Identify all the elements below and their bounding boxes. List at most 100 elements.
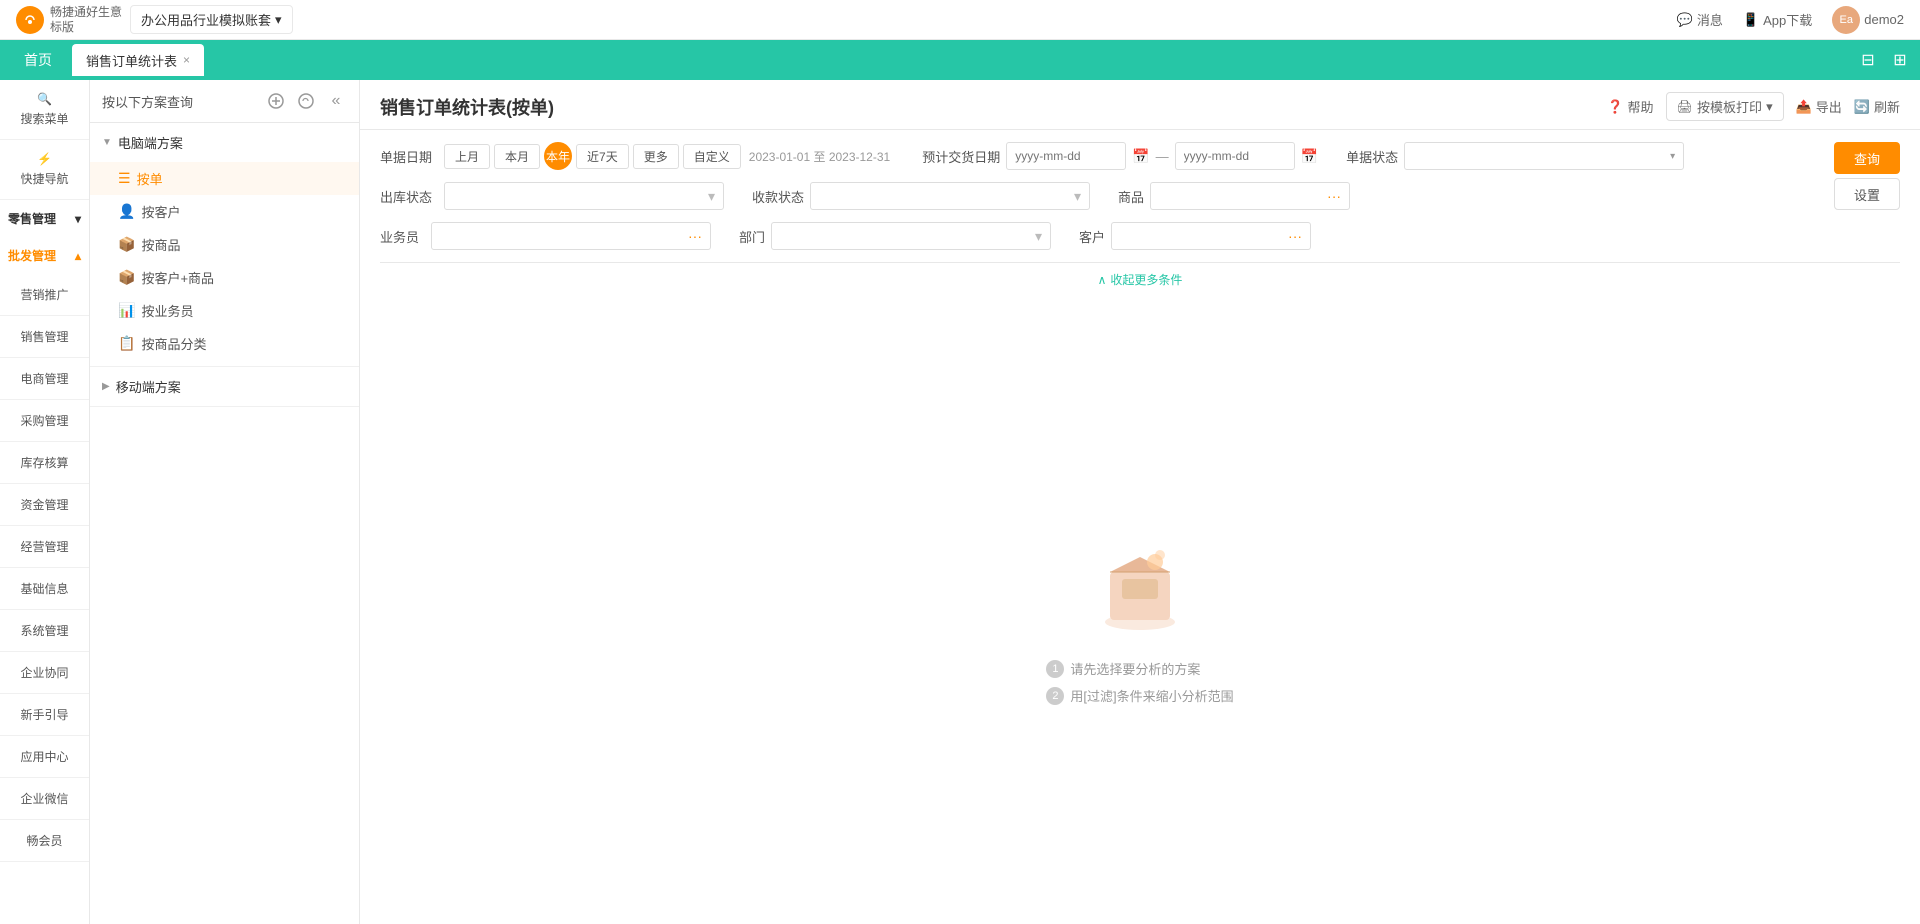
quicknav-icon: ⚡ [37, 152, 52, 166]
header-right: 💬 消息 📱 App下载 Ea demo2 [1677, 6, 1904, 34]
delivery-date-from-input[interactable] [1006, 142, 1126, 170]
bill-status-dropdown[interactable]: ▾ [1404, 142, 1684, 170]
customer-label: 客户 [1079, 227, 1105, 246]
tip-item-2: 2 用[过滤]条件来缩小分析范围 [1046, 686, 1233, 705]
customer-more-icon[interactable]: ··· [1288, 228, 1302, 244]
date-filter: 上月 本月 本年 近7天 更多 自定义 2023-01-01 至 2023-12… [444, 142, 890, 170]
tab-home[interactable]: 首页 [8, 40, 68, 80]
logo-area: 畅捷通好生意 标版 [16, 5, 122, 34]
edit-scheme-btn[interactable] [295, 90, 317, 112]
sidebar-item-wechat[interactable]: 企业微信 [0, 778, 89, 820]
user-menu[interactable]: Ea demo2 [1832, 6, 1904, 34]
empty-state: 1 请先选择要分析的方案 2 用[过滤]条件来缩小分析范围 [360, 308, 1920, 924]
bill-status-arrow-icon: ▾ [1670, 151, 1675, 162]
sidebar-item-inventory[interactable]: 库存核算 [0, 442, 89, 484]
collapse-bar[interactable]: ∧ 收起更多条件 [380, 262, 1900, 296]
pc-section-header[interactable]: ▼ 电脑端方案 [90, 123, 359, 162]
filter-row-2: 出库状态 ▾ 收款状态 ▾ [380, 182, 1822, 210]
sidebar-item-purchase[interactable]: 采购管理 [0, 400, 89, 442]
calendar-to-icon[interactable]: 📅 [1301, 148, 1318, 165]
tab-expand-btn[interactable]: ⊞ [1888, 48, 1912, 72]
tab-close-icon[interactable]: × [183, 53, 190, 67]
filter-row-1: 单据日期 上月 本月 本年 近7天 更多 自定义 2023-01-01 至 20… [380, 142, 1822, 170]
mobile-section-header[interactable]: ▶ 移动端方案 [90, 367, 359, 406]
last7-btn[interactable]: 近7天 [576, 144, 629, 169]
add-scheme-btn[interactable] [265, 90, 287, 112]
left-panel-title: 按以下方案查询 [102, 92, 193, 111]
payment-status-arrow-icon: ▾ [1074, 188, 1081, 205]
message-btn[interactable]: 💬 消息 [1677, 10, 1723, 29]
date-range-text: 2023-01-01 至 2023-12-31 [749, 148, 890, 165]
sidebar-item-sales[interactable]: 销售管理 [0, 316, 89, 358]
sidebar-item-operation[interactable]: 经营管理 [0, 526, 89, 568]
scheme-by-customer-goods[interactable]: 📦 按客户+商品 [90, 261, 359, 294]
scheme-by-goods[interactable]: 📦 按商品 [90, 228, 359, 261]
settings-btn[interactable]: 设置 [1834, 178, 1900, 210]
content-area: 按以下方案查询 « ▼ 电脑端方案 [90, 80, 1920, 924]
company-selector[interactable]: 办公用品行业模拟账套 ▾ [130, 5, 293, 34]
scheme-by-salesperson[interactable]: 📊 按业务员 [90, 294, 359, 327]
salesperson-more-icon[interactable]: ··· [688, 228, 702, 244]
ship-status-label: 出库状态 [380, 187, 432, 206]
sidebar-item-system[interactable]: 系统管理 [0, 610, 89, 652]
app-download-btn[interactable]: 📱 App下载 [1743, 10, 1812, 29]
collapse-panel-btn[interactable]: « [325, 90, 347, 112]
goods-label: 商品 [1118, 187, 1144, 206]
customer-field[interactable]: ··· [1111, 222, 1311, 250]
help-btn[interactable]: ❓ 帮助 [1607, 97, 1653, 116]
logo-icon [16, 6, 44, 34]
action-buttons: 查询 设置 [1834, 142, 1900, 210]
refresh-btn[interactable]: 🔄 刷新 [1854, 97, 1900, 116]
sidebar-item-basic[interactable]: 基础信息 [0, 568, 89, 610]
sidebar-item-appcenter[interactable]: 应用中心 [0, 736, 89, 778]
filter-row-3: 业务员 ··· 部门 ▾ [380, 222, 1822, 250]
payment-status-field[interactable]: ▾ [810, 182, 1090, 210]
sidebar-item-search[interactable]: 🔍 搜索菜单 [0, 80, 89, 140]
sidebar-item-marketing[interactable]: 营销推广 [0, 274, 89, 316]
sidebar-item-ecommerce[interactable]: 电商管理 [0, 358, 89, 400]
tab-minimize-btn[interactable]: ⊟ [1856, 48, 1880, 72]
sidebar-item-newbie[interactable]: 新手引导 [0, 694, 89, 736]
pc-sub-items: ☰ 按单 👤 按客户 📦 按商品 📦 按客户+商品 [90, 162, 359, 366]
print-icon: 🖨 [1677, 99, 1694, 115]
scheme-by-order[interactable]: ☰ 按单 [90, 162, 359, 195]
salesperson-label: 业务员 [380, 227, 419, 246]
tip-num-2: 2 [1046, 687, 1064, 705]
calendar-from-icon[interactable]: 📅 [1132, 148, 1149, 165]
top-header: 畅捷通好生意 标版 办公用品行业模拟账套 ▾ 💬 消息 📱 App下载 Ea d… [0, 0, 1920, 40]
scheme-by-category[interactable]: 📋 按商品分类 [90, 327, 359, 360]
this-year-btn[interactable]: 本年 [544, 142, 572, 170]
last-month-btn[interactable]: 上月 [444, 144, 490, 169]
ship-status-field[interactable]: ▾ [444, 182, 724, 210]
custom-btn[interactable]: 自定义 [683, 144, 741, 169]
delivery-date-to-input[interactable] [1175, 142, 1295, 170]
sidebar-item-enterprise[interactable]: 企业协同 [0, 652, 89, 694]
export-btn[interactable]: 📤 导出 [1796, 97, 1842, 116]
goods-more-icon[interactable]: ··· [1327, 188, 1341, 204]
page-title: 销售订单统计表(按单) [380, 94, 554, 120]
category-icon: 📋 [118, 335, 135, 352]
sidebar-item-retail[interactable]: 零售管理▾ [0, 200, 89, 237]
page-header: 销售订单统计表(按单) ❓ 帮助 🖨 按模板打印 ▾ 📤 导出 [360, 80, 1920, 130]
template-print-btn[interactable]: 🖨 按模板打印 ▾ [1666, 92, 1784, 121]
scheme-by-customer[interactable]: 👤 按客户 [90, 195, 359, 228]
export-icon: 📤 [1796, 99, 1812, 115]
left-panel-header: 按以下方案查询 « [90, 80, 359, 123]
this-month-btn[interactable]: 本月 [494, 144, 540, 169]
page-header-actions: ❓ 帮助 🖨 按模板打印 ▾ 📤 导出 🔄 刷新 [1607, 92, 1900, 121]
sidebar-item-finance[interactable]: 资金管理 [0, 484, 89, 526]
tab-bar-right: ⊟ ⊞ [1856, 48, 1912, 72]
sidebar-item-wholesale[interactable]: 批发管理▴ [0, 237, 89, 274]
avatar: Ea [1832, 6, 1860, 34]
expected-delivery-to: 📅 [1175, 142, 1318, 170]
department-field[interactable]: ▾ [771, 222, 1051, 250]
sidebar-item-quicknav[interactable]: ⚡ 快捷导航 [0, 140, 89, 200]
more-btn[interactable]: 更多 [633, 144, 679, 169]
salesperson-field[interactable]: ··· [431, 222, 711, 250]
query-btn[interactable]: 查询 [1834, 142, 1900, 174]
tab-active[interactable]: 销售订单统计表 × [72, 44, 204, 76]
header-left: 畅捷通好生意 标版 办公用品行业模拟账套 ▾ [16, 5, 293, 34]
sidebar-item-member[interactable]: 畅会员 [0, 820, 89, 862]
goods-field[interactable]: ··· [1150, 182, 1350, 210]
empty-tips: 1 请先选择要分析的方案 2 用[过滤]条件来缩小分析范围 [1046, 659, 1233, 705]
